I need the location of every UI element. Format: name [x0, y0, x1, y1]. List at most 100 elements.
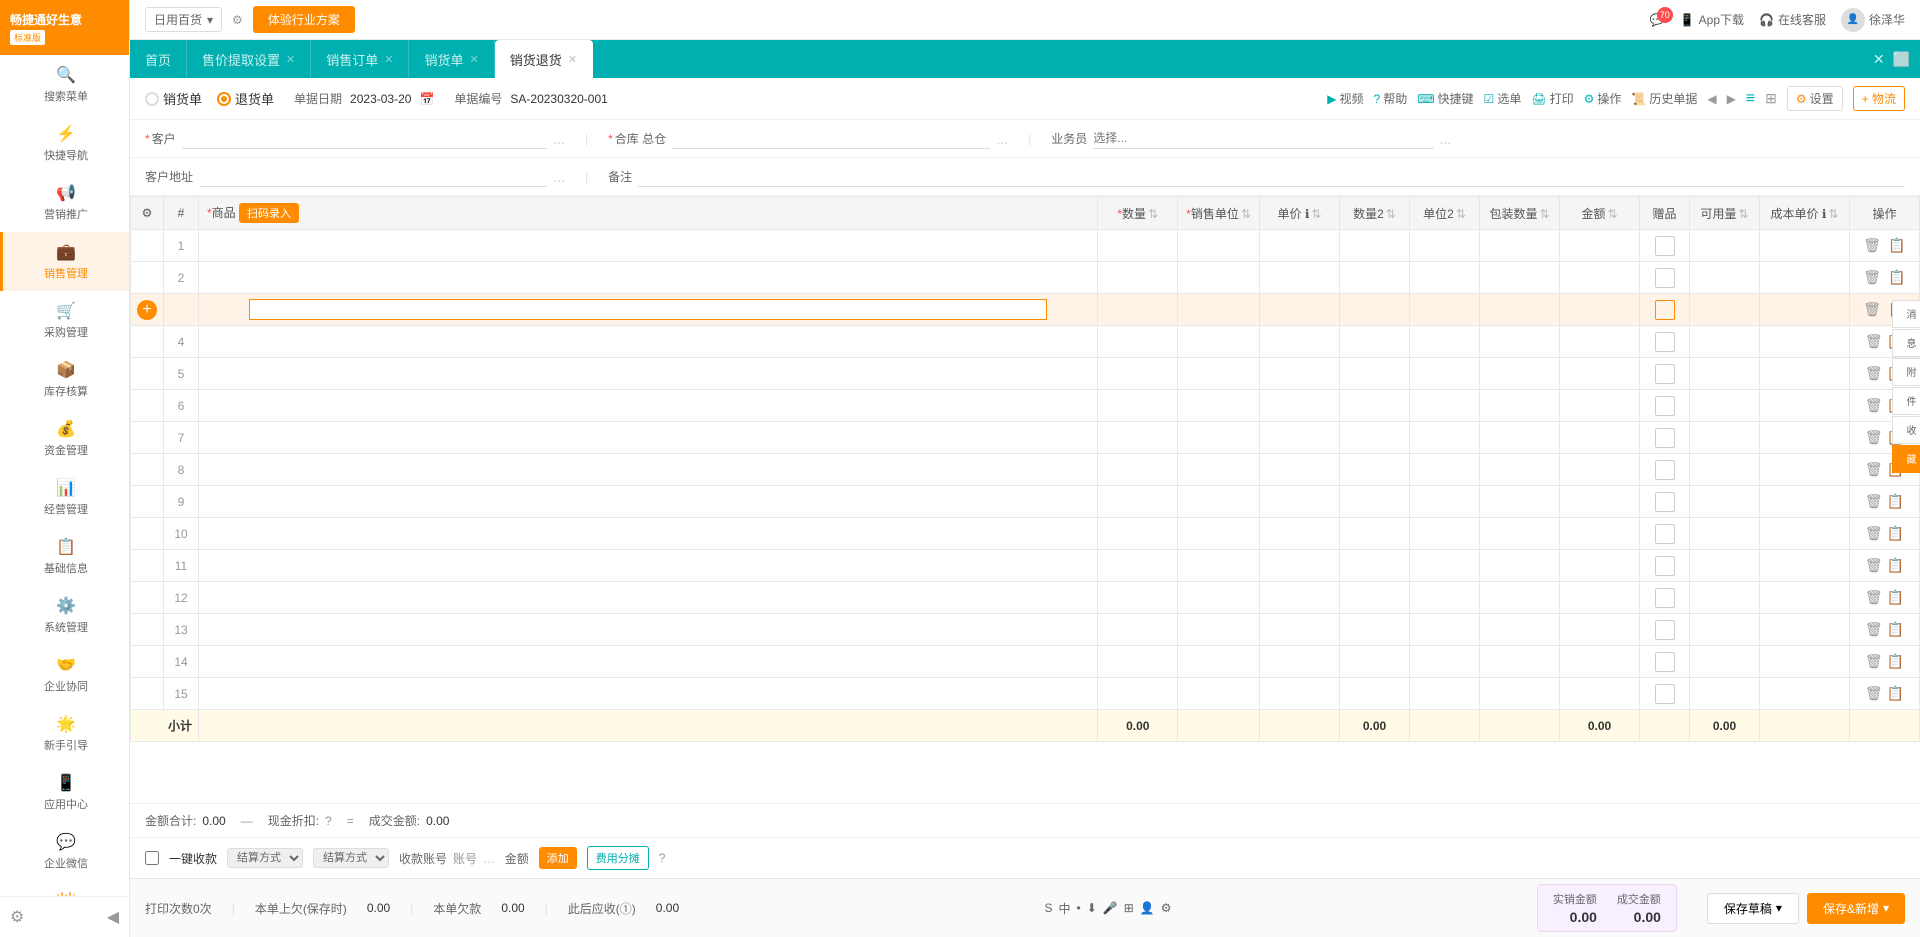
delete-row-btn[interactable]: 🗑 [1863, 397, 1885, 414]
address-dots[interactable]: ... [553, 169, 565, 185]
tab-close-btn[interactable]: ✕ [1873, 51, 1885, 68]
gift-checkbox[interactable] [1655, 428, 1675, 448]
row-gear[interactable]: + [131, 294, 164, 326]
sidebar-item-partner[interactable]: 🤝 企业协同 [0, 645, 129, 704]
sidebar-item-inventory[interactable]: 📦 库存核算 [0, 350, 129, 409]
delete-row-btn[interactable]: 🗑 [1863, 429, 1885, 446]
row-unit2[interactable] [1410, 294, 1480, 326]
salesperson-input[interactable] [1093, 128, 1433, 149]
nav-next-icon[interactable]: ▶ [1727, 92, 1736, 106]
shortcut-keys-btn[interactable]: ⌨ 快捷键 [1417, 90, 1473, 107]
gift-checkbox[interactable] [1655, 620, 1675, 640]
copy-row-btn[interactable]: 📋 [1885, 493, 1906, 510]
gift-checkbox[interactable] [1655, 460, 1675, 480]
sidebar-item-member[interactable]: 👑 畅会员 [0, 881, 129, 896]
ime-icon-6[interactable]: ⊞ [1124, 901, 1134, 915]
gift-checkbox[interactable] [1655, 268, 1675, 288]
radio-sales-delivery[interactable]: 销货单 [145, 89, 202, 108]
right-panel-btn-3[interactable]: 附 [1892, 358, 1920, 386]
row-pkg[interactable] [1480, 230, 1560, 262]
right-panel-btn-5[interactable]: 收 [1892, 416, 1920, 444]
remark-input[interactable] [638, 166, 1905, 187]
row-cost[interactable] [1760, 230, 1850, 262]
ime-icon-8[interactable]: ⚙ [1161, 901, 1172, 915]
copy-row-btn[interactable]: 📋 [1886, 269, 1907, 286]
right-panel-btn-1[interactable]: 消 [1892, 300, 1920, 328]
amount-sort-icon[interactable]: ⇅ [1607, 207, 1617, 221]
history-btn[interactable]: 📜 历史单据 [1631, 90, 1697, 107]
operations-btn[interactable]: ⚙ 操作 [1584, 90, 1622, 107]
cost-sort-icon[interactable]: ⇅ [1828, 207, 1838, 221]
row-qty[interactable] [1098, 262, 1178, 294]
tab-sales-order[interactable]: 销售订单 ✕ [311, 40, 409, 78]
delete-row-btn[interactable]: 🗑 [1863, 685, 1885, 702]
delete-row-btn[interactable]: 🗑 [1861, 269, 1883, 286]
message-icon-group[interactable]: 💬 70 [1650, 13, 1665, 27]
online-service-group[interactable]: 🎧 在线客服 [1759, 11, 1826, 28]
row-unit[interactable] [1178, 294, 1260, 326]
industry-select[interactable]: 日用百货 ▾ [145, 7, 222, 32]
sidebar-item-finance[interactable]: 💰 资金管理 [0, 409, 129, 468]
salesperson-dots[interactable]: ... [1440, 131, 1452, 147]
calc-method-select[interactable]: 结算方式 [227, 848, 303, 868]
qty-sort-icon[interactable]: ⇅ [1148, 207, 1158, 221]
copy-row-btn[interactable]: 📋 [1885, 589, 1906, 606]
sidebar-collapse-icon[interactable]: ◀ [107, 907, 119, 927]
tab-sales-return-close[interactable]: ✕ [568, 53, 577, 66]
warehouse-input[interactable] [672, 128, 990, 149]
right-panel-btn-4[interactable]: 件 [1892, 387, 1920, 415]
row-qty[interactable] [1098, 294, 1178, 326]
right-panel-btn-2[interactable]: 息 [1892, 329, 1920, 357]
row-unit[interactable] [1178, 230, 1260, 262]
select-order-btn[interactable]: ☑ 选单 [1484, 90, 1522, 107]
sidebar-item-apps[interactable]: 📱 应用中心 [0, 763, 129, 822]
sidebar-item-base[interactable]: 📋 基础信息 [0, 527, 129, 586]
ime-icon-1[interactable]: S [1045, 901, 1053, 915]
row-cost[interactable] [1760, 262, 1850, 294]
row-qty2[interactable] [1340, 230, 1410, 262]
gift-checkbox[interactable] [1655, 236, 1675, 256]
experience-btn[interactable]: 体验行业方案 [253, 6, 355, 33]
split-help-icon[interactable]: ? [659, 851, 666, 865]
delete-row-btn[interactable]: 🗑 [1863, 589, 1885, 606]
unit2-sort-icon[interactable]: ⇅ [1456, 207, 1466, 221]
tab-sales-return[interactable]: 销货退货 ✕ [495, 40, 593, 78]
add-row-btn[interactable]: + [137, 300, 157, 320]
sidebar-item-system[interactable]: ⚙️ 系统管理 [0, 586, 129, 645]
row-price[interactable] [1260, 262, 1340, 294]
tab-sales-delivery-close[interactable]: ✕ [470, 53, 479, 66]
gift-checkbox[interactable] [1655, 300, 1675, 320]
sidebar-item-purchase[interactable]: 🛒 采购管理 [0, 291, 129, 350]
row-unit[interactable] [1178, 262, 1260, 294]
tab-home[interactable]: 首页 [130, 40, 187, 78]
col-gear[interactable]: ⚙ [131, 197, 164, 230]
copy-row-btn[interactable]: 📋 [1885, 653, 1906, 670]
row-unit2[interactable] [1410, 262, 1480, 294]
delete-row-btn[interactable]: 🗑 [1863, 525, 1885, 542]
delete-row-btn[interactable]: 🗑 [1863, 557, 1885, 574]
right-panel-btn-6[interactable]: 藏 [1892, 445, 1920, 473]
tab-sales-delivery[interactable]: 销货单 ✕ [409, 40, 494, 78]
sidebar-settings-icon[interactable]: ⚙ [10, 907, 24, 927]
row-amount[interactable] [1560, 262, 1640, 294]
tab-price-setting[interactable]: 售价提取设置 ✕ [187, 40, 311, 78]
row-cost[interactable] [1760, 294, 1850, 326]
delete-row-btn[interactable]: 🗑 [1863, 461, 1885, 478]
delete-row-btn[interactable]: 🗑 [1863, 493, 1885, 510]
app-download-group[interactable]: 📱 App下载 [1680, 11, 1744, 28]
row-avail[interactable] [1690, 230, 1760, 262]
goods-search-input[interactable] [249, 299, 1047, 320]
gift-checkbox[interactable] [1655, 396, 1675, 416]
sidebar-item-operations[interactable]: 📊 经营管理 [0, 468, 129, 527]
gift-checkbox[interactable] [1655, 364, 1675, 384]
row-gift[interactable] [1640, 262, 1690, 294]
row-gift[interactable] [1640, 230, 1690, 262]
price-sort-icon[interactable]: ⇅ [1311, 207, 1321, 221]
calendar-icon[interactable]: 📅 [419, 92, 434, 106]
delete-row-btn[interactable]: 🗑 [1863, 621, 1885, 638]
delete-row-btn[interactable]: 🗑 [1861, 237, 1883, 254]
row-pkg[interactable] [1480, 262, 1560, 294]
row-gift[interactable] [1640, 294, 1690, 326]
qty2-sort-icon[interactable]: ⇅ [1386, 207, 1396, 221]
gift-checkbox[interactable] [1655, 332, 1675, 352]
